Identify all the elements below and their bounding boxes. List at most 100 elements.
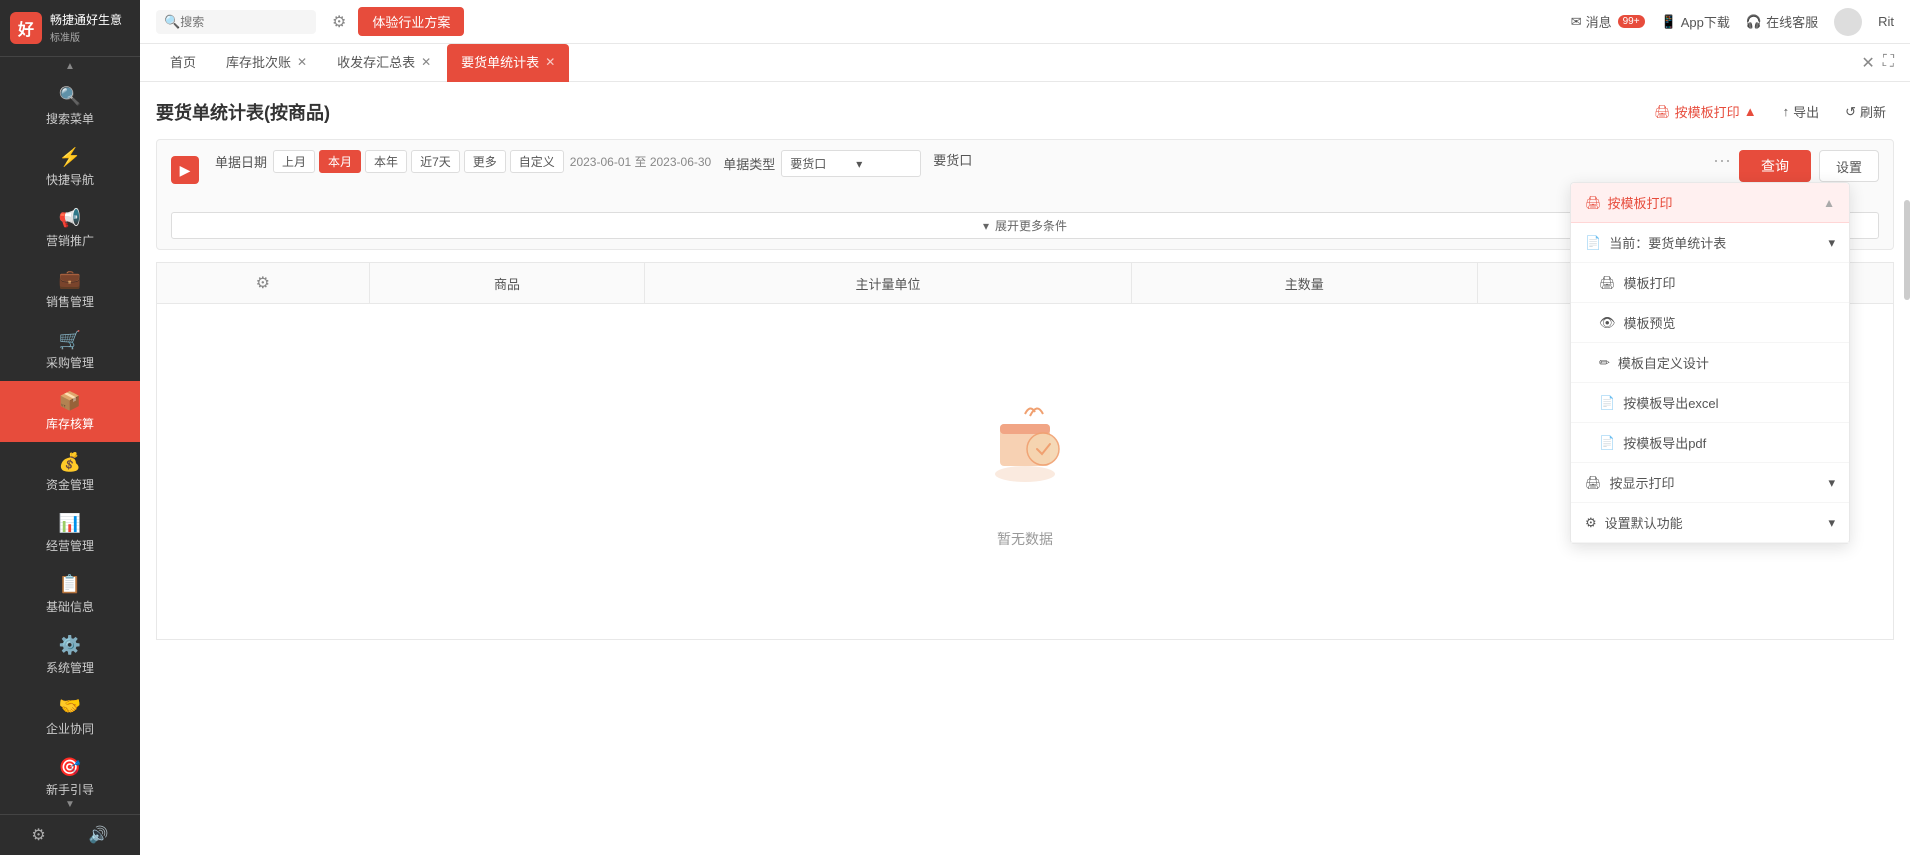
sidebar-scroll-up[interactable]: ▲ [0,57,140,76]
sidebar-item-operation[interactable]: 📊 经营管理 [0,503,140,564]
tab-order-stats-label: 要货单统计表 [461,52,539,71]
app-name: 畅捷通好生意 [50,12,122,29]
tab-receipt-summary[interactable]: 收发存汇总表 ✕ [323,44,445,82]
sales-icon: 💼 [59,269,81,290]
dropdown-current-arrow: ▾ [1828,235,1835,251]
dropdown-display-print-icon: 🖨 [1585,475,1602,491]
table-col-quantity: 主数量 [1131,263,1477,304]
sidebar-item-system[interactable]: ⚙️ 系统管理 [0,625,140,686]
sidebar-item-label-quick: 快捷导航 [46,171,94,188]
dropdown-item-export-pdf[interactable]: 📄 按模板导出pdf [1571,423,1849,463]
dropdown-item-template-design[interactable]: ✏ 模板自定义设计 [1571,343,1849,383]
online-service-button[interactable]: 🎧 在线客服 [1746,12,1818,31]
dropdown-current-label: 当前：要货单统计表 [1609,233,1726,252]
date-btn-custom[interactable]: 自定义 [510,150,564,173]
topbar-gear-icon[interactable]: ⚙ [332,12,346,32]
dropdown-item-template-print[interactable]: 🖨 模板打印 [1571,263,1849,303]
date-btn-this-month[interactable]: 本月 [319,150,361,173]
message-badge: 99+ [1618,15,1645,28]
date-btn-more[interactable]: 更多 [464,150,506,173]
page-content: 要货单统计表(按商品) 🖨 按模板打印 ▲ ↑ 导出 ↺ 刷新 [140,82,1910,855]
sidebar-item-guide[interactable]: 🎯 新手引导 [0,747,140,795]
avatar[interactable] [1834,8,1862,36]
trial-button[interactable]: 体验行业方案 [358,7,464,36]
enterprise-icon: 🤝 [59,696,81,717]
dropdown-current-left: 📄 当前：要货单统计表 [1585,233,1726,252]
order-type-arrow-icon: ▾ [856,157,862,171]
message-button[interactable]: ✉ 消息 99+ [1571,12,1645,31]
purchase-icon: 🛒 [59,330,81,351]
date-buttons: 上月 本月 本年 近7天 更多 自定义 [273,150,564,173]
topbar: 🔍 ⚙ 体验行业方案 ✉ 消息 99+ 📱 App下载 🎧 在线客服 Rit [140,0,1910,44]
dropdown-display-print-label: 按显示打印 [1610,473,1675,492]
export-button[interactable]: ↑ 导出 [1775,98,1828,125]
sidebar-item-marketing[interactable]: 📢 营销推广 [0,198,140,259]
sidebar-settings-icon[interactable]: ⚙ [31,825,45,845]
date-label: 单据日期 [215,152,267,171]
template-print-arrow-up: ▲ [1744,104,1757,119]
tab-inventory-batch-label: 库存批次账 [226,52,291,71]
operation-icon: 📊 [59,513,81,534]
tab-order-stats-close[interactable]: ✕ [545,55,555,69]
tab-order-stats[interactable]: 要货单统计表 ✕ [447,44,569,82]
username-label[interactable]: Rit [1878,14,1894,29]
dropdown-display-print-left: 🖨 按显示打印 [1585,473,1675,492]
printer-icon: 🖨 [1654,104,1671,120]
inventory-icon: 📦 [59,391,81,412]
date-range-text: 2023-06-01 至 2023-06-30 [570,153,711,170]
tab-inventory-batch[interactable]: 库存批次账 ✕ [212,44,321,82]
topbar-search-box[interactable]: 🔍 [156,10,316,34]
settings-button[interactable]: 设置 [1819,150,1879,182]
date-btn-this-year[interactable]: 本年 [365,150,407,173]
app-logo-icon: 好 [10,12,42,44]
dropdown-section-default[interactable]: ⚙ 设置默认功能 ▾ [1571,503,1849,543]
tab-expand-icon[interactable]: ⛶ [1883,53,1894,73]
sidebar-item-inventory[interactable]: 📦 库存核算 [0,381,140,442]
resize-handle[interactable] [1904,200,1910,300]
expand-more-icon: ▾ [983,219,989,233]
app-download-button[interactable]: 📱 App下载 [1661,12,1730,31]
sidebar-item-search[interactable]: 🔍 搜索菜单 [0,76,140,137]
order-goods-label: 要货口 [933,150,972,169]
tab-receipt-summary-close[interactable]: ✕ [421,55,431,69]
page-header: 要货单统计表(按商品) 🖨 按模板打印 ▲ ↑ 导出 ↺ 刷新 [156,98,1894,125]
sidebar-item-finance[interactable]: 💰 资金管理 [0,442,140,503]
message-label: 消息 [1586,12,1612,31]
date-btn-last-month[interactable]: 上月 [273,150,315,173]
refresh-button[interactable]: ↺ 刷新 [1837,98,1894,125]
sidebar-item-purchase[interactable]: 🛒 采购管理 [0,320,140,381]
query-button[interactable]: 查询 [1739,150,1811,182]
tab-receipt-summary-label: 收发存汇总表 [337,52,415,71]
template-print-button[interactable]: 🖨 按模板打印 ▲ [1646,98,1764,125]
sidebar-item-basic[interactable]: 📋 基础信息 [0,564,140,625]
tab-inventory-batch-close[interactable]: ✕ [297,55,307,69]
sidebar-item-label-enterprise: 企业协同 [46,720,94,737]
dropdown-section-display-print[interactable]: 🖨 按显示打印 ▾ [1571,463,1849,503]
quick-nav-icon: ⚡ [59,147,81,168]
order-goods-filter: 要货口 [933,150,972,169]
filter-row-1: 单据日期 上月 本月 本年 近7天 更多 自定义 2023-06-01 至 20… [215,150,1879,182]
sidebar-audio-icon[interactable]: 🔊 [89,825,109,845]
topbar-search-input[interactable] [180,15,290,29]
export-label: 导出 [1793,102,1819,121]
sidebar-scroll-down[interactable]: ▼ [0,795,140,814]
tab-close-all-icon[interactable]: ✕ [1861,53,1874,73]
date-btn-7days[interactable]: 近7天 [411,150,460,173]
column-settings-icon[interactable]: ⚙ [256,275,270,292]
order-type-select[interactable]: 要货口 ▾ [781,150,921,177]
filter-toggle-button[interactable]: ▶ [171,156,199,184]
online-service-label: 在线客服 [1766,12,1818,31]
dropdown-item-template-preview[interactable]: 👁 模板预览 [1571,303,1849,343]
dropdown-close-icon[interactable]: ▲ [1823,196,1835,210]
dropdown-item-template-design-icon: ✏ [1599,355,1610,371]
more-options-icon[interactable]: ··· [1713,150,1731,182]
sidebar-bottom: ⚙ 🔊 [0,814,140,855]
dropdown-item-export-pdf-label: 按模板导出pdf [1623,433,1706,452]
dropdown-current-template[interactable]: 📄 当前：要货单统计表 ▾ [1571,223,1849,263]
sidebar-item-enterprise[interactable]: 🤝 企业协同 [0,686,140,747]
sidebar-item-sales[interactable]: 💼 销售管理 [0,259,140,320]
sidebar-item-quick-nav[interactable]: ⚡ 快捷导航 [0,137,140,198]
guide-icon: 🎯 [59,757,81,778]
dropdown-item-export-excel[interactable]: 📄 按模板导出excel [1571,383,1849,423]
tab-home[interactable]: 首页 [156,44,210,82]
